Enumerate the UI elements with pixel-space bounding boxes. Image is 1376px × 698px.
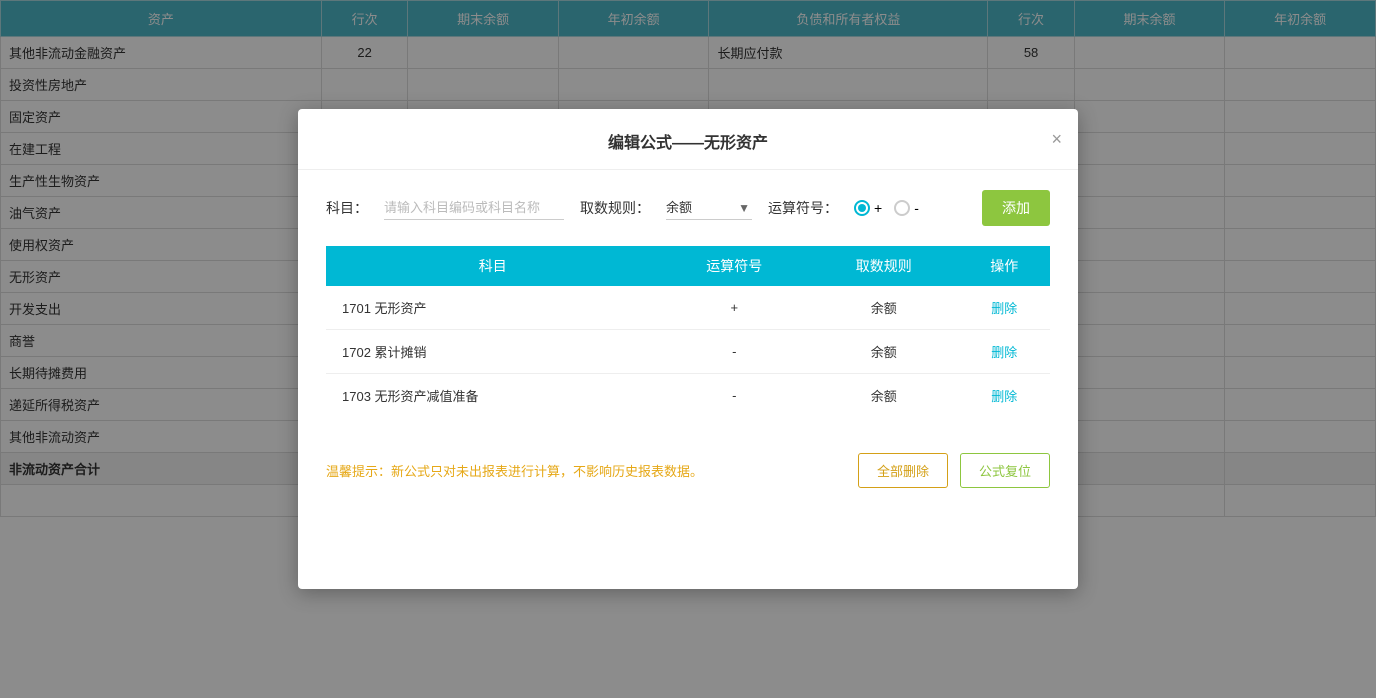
- formula-subject-cell: 1701 无形资产: [326, 286, 659, 330]
- modal-overlay: 编辑公式——无形资产 × 科目： 取数规则： 余额 借方 贷方 借方发生额 贷方…: [0, 0, 1376, 698]
- rule-label: 取数规则：: [580, 198, 650, 218]
- formula-row: 1703 无形资产减值准备 - 余额 删除: [326, 374, 1050, 418]
- th-action: 操作: [959, 246, 1050, 286]
- rule-select-wrapper: 余额 借方 贷方 借方发生额 贷方发生额 ▼: [666, 196, 752, 220]
- formula-row: 1701 无形资产 + 余额 删除: [326, 286, 1050, 330]
- formula-action-cell: 删除: [959, 374, 1050, 418]
- formula-row: 1702 累计摊销 - 余额 删除: [326, 330, 1050, 374]
- formula-operator-cell: -: [659, 330, 809, 374]
- radio-minus-label: -: [914, 200, 919, 216]
- delete-all-button[interactable]: 全部删除: [858, 453, 948, 488]
- formula-action-cell: 删除: [959, 286, 1050, 330]
- operator-label: 运算符号：: [768, 198, 838, 218]
- radio-minus[interactable]: -: [894, 200, 919, 216]
- modal-body: 科目： 取数规则： 余额 借方 贷方 借方发生额 贷方发生额 ▼ 运算符号：: [298, 170, 1078, 437]
- radio-plus-circle: [854, 200, 870, 216]
- subject-input[interactable]: [384, 196, 564, 220]
- warning-text: 温馨提示：新公式只对未出报表进行计算，不影响历史报表数据。: [326, 461, 703, 480]
- delete-link[interactable]: 删除: [991, 301, 1017, 316]
- modal-dialog: 编辑公式——无形资产 × 科目： 取数规则： 余额 借方 贷方 借方发生额 贷方…: [298, 109, 1078, 589]
- delete-link[interactable]: 删除: [991, 345, 1017, 360]
- formula-subject-cell: 1702 累计摊销: [326, 330, 659, 374]
- delete-link[interactable]: 删除: [991, 389, 1017, 404]
- th-subject: 科目: [326, 246, 659, 286]
- th-operator: 运算符号: [659, 246, 809, 286]
- form-row: 科目： 取数规则： 余额 借方 贷方 借方发生额 贷方发生额 ▼ 运算符号：: [326, 190, 1050, 226]
- formula-operator-cell: +: [659, 286, 809, 330]
- th-rule: 取数规则: [809, 246, 959, 286]
- subject-label: 科目：: [326, 198, 368, 218]
- formula-operator-cell: -: [659, 374, 809, 418]
- rule-select[interactable]: 余额 借方 贷方 借方发生额 贷方发生额: [666, 196, 752, 220]
- reset-formula-button[interactable]: 公式复位: [960, 453, 1050, 488]
- operator-radio-group: + -: [854, 200, 919, 216]
- footer-buttons: 全部删除 公式复位: [858, 453, 1050, 488]
- modal-footer: 温馨提示：新公式只对未出报表进行计算，不影响历史报表数据。 全部删除 公式复位: [298, 437, 1078, 508]
- modal-title: 编辑公式——无形资产: [608, 135, 768, 152]
- formula-subject-cell: 1703 无形资产减值准备: [326, 374, 659, 418]
- formula-rule-cell: 余额: [809, 286, 959, 330]
- modal-header: 编辑公式——无形资产 ×: [298, 109, 1078, 170]
- formula-rule-cell: 余额: [809, 330, 959, 374]
- radio-plus[interactable]: +: [854, 200, 882, 216]
- formula-table: 科目 运算符号 取数规则 操作 1701 无形资产 + 余额 删除 1702 累…: [326, 246, 1050, 417]
- radio-minus-circle: [894, 200, 910, 216]
- radio-plus-label: +: [874, 200, 882, 216]
- modal-close-button[interactable]: ×: [1051, 130, 1062, 148]
- formula-action-cell: 删除: [959, 330, 1050, 374]
- formula-rule-cell: 余额: [809, 374, 959, 418]
- add-button[interactable]: 添加: [982, 190, 1050, 226]
